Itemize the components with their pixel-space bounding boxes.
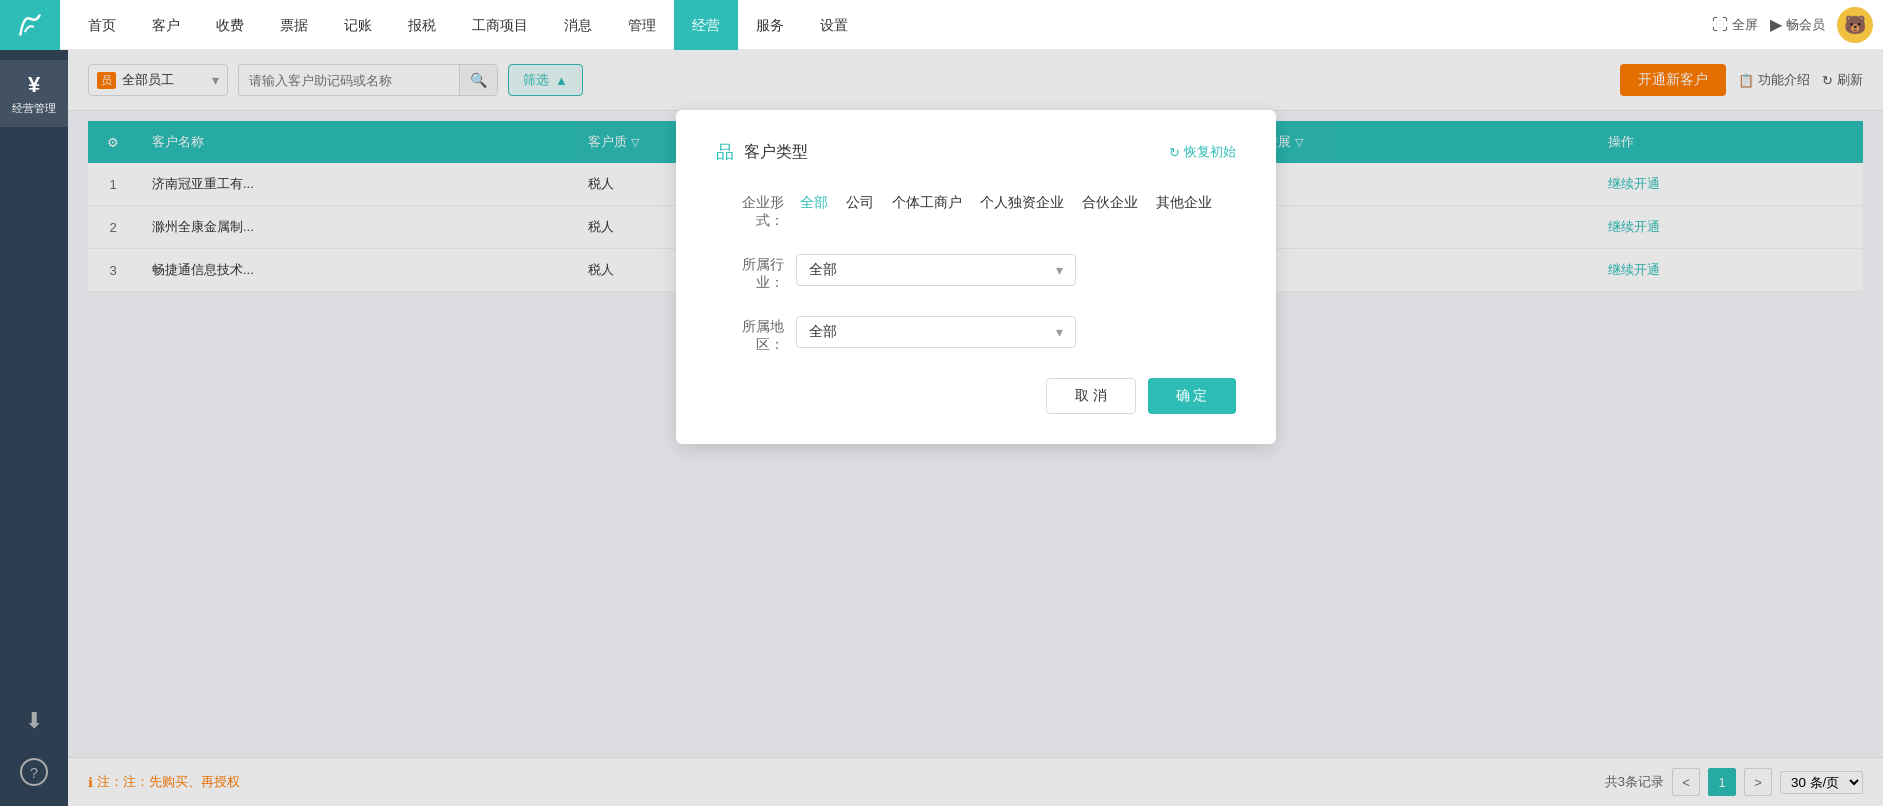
industry-select[interactable]: 全部 ▾ [796,254,1076,286]
enterprise-option-company[interactable]: 公司 [842,192,878,214]
sidebar-bottom: ⬇ ? [0,700,68,786]
modal-header: 品 客户类型 ↻ 恢复初始 [716,140,1236,164]
cancel-button[interactable]: 取 消 [1046,378,1136,414]
avatar[interactable]: 🐻 [1837,7,1873,43]
nav-manage[interactable]: 管理 [610,0,674,50]
industry-select-container: 全部 ▾ [796,254,1236,286]
right-actions: ⛶ 全屏 ▶ 畅会员 🐻 [1712,7,1873,43]
modal-icon: 品 [716,140,734,164]
download-icon[interactable]: ⬇ [17,700,51,742]
fullscreen-label: 全屏 [1732,16,1758,34]
enterprise-option-partnership[interactable]: 合伙企业 [1078,192,1142,214]
region-select-container: 全部 ▾ [796,316,1236,348]
sidebar-item-operation[interactable]: ¥ 经营管理 [0,60,68,127]
modal-overlay: 品 客户类型 ↻ 恢复初始 企业形式： 全部 公司 个体工商户 个人独资企业 合… [68,50,1883,806]
enterprise-form-row: 企业形式： 全部 公司 个体工商户 个人独资企业 合伙企业 其他企业 [716,192,1236,230]
enterprise-option-sole[interactable]: 个人独资企业 [976,192,1068,214]
industry-form-row: 所属行业： 全部 ▾ [716,254,1236,292]
region-dropdown-icon: ▾ [1056,324,1063,340]
nav-items: 首页 客户 收费 票据 记账 报税 工商项目 消息 管理 经营 服务 设置 [60,0,1712,50]
industry-dropdown-icon: ▾ [1056,262,1063,278]
enterprise-form-label: 企业形式： [716,192,796,230]
region-label-text: 所属地区： [742,318,784,352]
industry-value: 全部 [809,261,837,279]
vip-icon: ▶ [1770,15,1782,34]
filter-modal: 品 客户类型 ↻ 恢复初始 企业形式： 全部 公司 个体工商户 个人独资企业 合… [676,110,1276,444]
modal-title: 品 客户类型 [716,140,808,164]
reset-button[interactable]: ↻ 恢复初始 [1169,143,1236,161]
top-nav: 首页 客户 收费 票据 记账 报税 工商项目 消息 管理 经营 服务 设置 ⛶ … [0,0,1883,50]
enterprise-type-options: 全部 公司 个体工商户 个人独资企业 合伙企业 其他企业 [796,192,1236,214]
enterprise-option-all[interactable]: 全部 [796,192,832,214]
nav-home[interactable]: 首页 [70,0,134,50]
region-form-row: 所属地区： 全部 ▾ [716,316,1236,354]
reset-label: 恢复初始 [1184,143,1236,161]
fullscreen-icon: ⛶ [1712,16,1728,34]
reset-icon: ↻ [1169,145,1180,160]
nav-settings[interactable]: 设置 [802,0,866,50]
nav-business[interactable]: 工商项目 [454,0,546,50]
fullscreen-button[interactable]: ⛶ 全屏 [1712,16,1758,34]
vip-button[interactable]: ▶ 畅会员 [1770,15,1825,34]
sidebar-item-label: 经营管理 [12,102,56,115]
nav-bookkeeping[interactable]: 记账 [326,0,390,50]
region-value: 全部 [809,323,837,341]
logo [0,0,60,50]
yuan-icon: ¥ [28,72,40,98]
modal-footer: 取 消 确 定 [716,378,1236,414]
nav-tax[interactable]: 报税 [390,0,454,50]
nav-fee[interactable]: 收费 [198,0,262,50]
modal-title-text: 客户类型 [744,142,808,163]
enterprise-options-container: 全部 公司 个体工商户 个人独资企业 合伙企业 其他企业 [796,192,1236,214]
nav-operation[interactable]: 经营 [674,0,738,50]
help-icon[interactable]: ? [20,758,48,786]
industry-form-label: 所属行业： [716,254,796,292]
sidebar: ¥ 经营管理 ⬇ ? [0,50,68,806]
region-select[interactable]: 全部 ▾ [796,316,1076,348]
confirm-button[interactable]: 确 定 [1148,378,1236,414]
nav-message[interactable]: 消息 [546,0,610,50]
enterprise-option-individual[interactable]: 个体工商户 [888,192,966,214]
nav-service[interactable]: 服务 [738,0,802,50]
vip-label: 畅会员 [1786,16,1825,34]
enterprise-label-text: 企业形式： [742,194,784,228]
nav-customer[interactable]: 客户 [134,0,198,50]
enterprise-option-other[interactable]: 其他企业 [1152,192,1216,214]
region-form-label: 所属地区： [716,316,796,354]
industry-label-text: 所属行业： [742,256,784,290]
nav-ticket[interactable]: 票据 [262,0,326,50]
